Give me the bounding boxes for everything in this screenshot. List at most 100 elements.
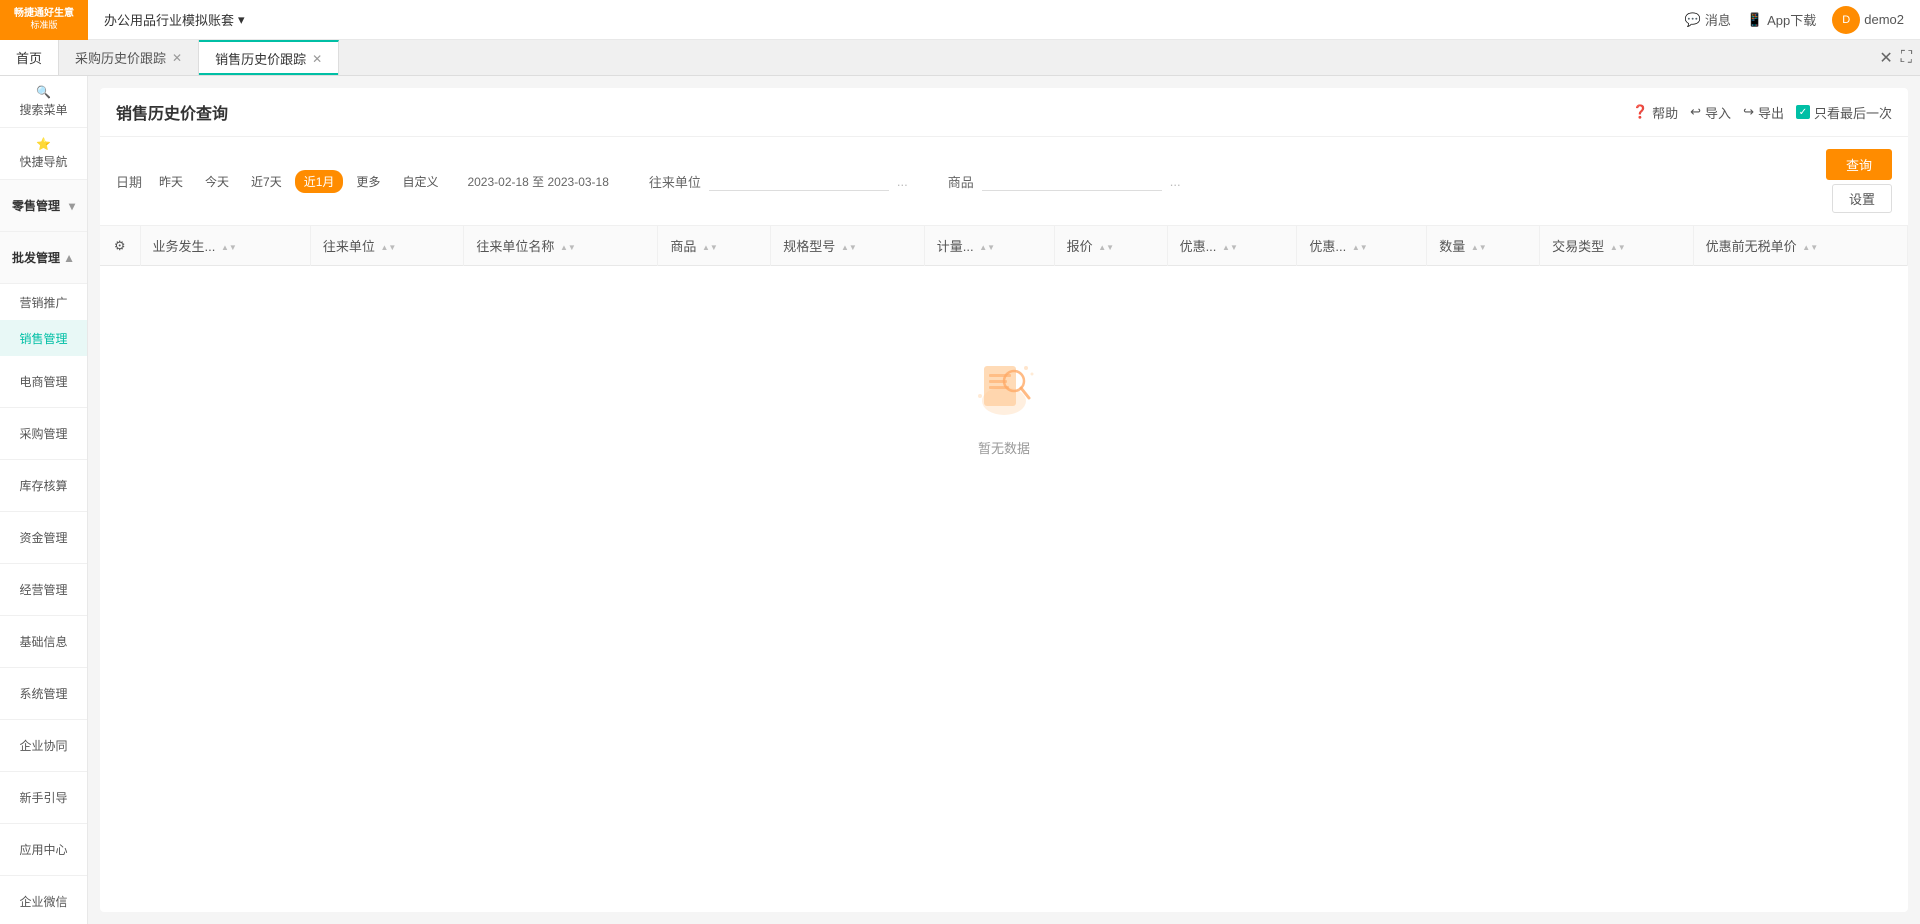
close-all-tabs-icon[interactable]: ✕ (1879, 48, 1892, 68)
sort-arrows-trade-type: ▲▼ (1610, 243, 1626, 252)
export-label: 导出 (1758, 103, 1784, 122)
star-icon: ⭐ (36, 137, 51, 151)
sidebar-item-operations[interactable]: 经营管理 (0, 564, 87, 616)
sidebar-item-marketing[interactable]: 营销推广 (0, 284, 87, 320)
sidebar-item-system[interactable]: 系统管理 (0, 668, 87, 720)
date-buttons: 昨天 今天 近7天 近1月 更多 自定义 (150, 170, 447, 193)
col-spec[interactable]: 规格型号 ▲▼ (771, 226, 924, 266)
col-biz-date[interactable]: 业务发生... ▲▼ (140, 226, 310, 266)
sidebar-item-wechat[interactable]: 企业微信 (0, 876, 87, 924)
sidebar-item-guide[interactable]: 新手引导 (0, 772, 87, 824)
col-discount2[interactable]: 优惠... ▲▼ (1297, 226, 1427, 266)
sidebar-item-enterprise[interactable]: 企业协同 (0, 720, 87, 772)
sidebar-item-sales-mgmt[interactable]: 销售管理 (0, 320, 87, 356)
empty-text: 暂无数据 (978, 438, 1030, 457)
finance-label: 资金管理 (19, 529, 67, 546)
only-last-checkbox[interactable]: ✓ 只看最后一次 (1796, 103, 1892, 122)
close-purchase-tab-icon[interactable]: ✕ (172, 52, 182, 64)
sidebar-item-quick-nav[interactable]: ⭐ 快捷导航 (0, 128, 87, 180)
sidebar-item-basics[interactable]: 基础信息 (0, 616, 87, 668)
sort-arrows-discount2: ▲▼ (1352, 243, 1368, 252)
empty-state: 暂无数据 (100, 266, 1908, 537)
col-discount1-label: 优惠... (1180, 239, 1217, 254)
app-center-label: 应用中心 (19, 841, 67, 858)
search-icon: 🔍 (36, 85, 51, 99)
message-label: 消息 (1705, 10, 1731, 29)
col-counterparty-name-label: 往来单位名称 (476, 239, 554, 254)
col-settings[interactable]: ⚙ (100, 226, 140, 266)
col-unit[interactable]: 计量... ▲▼ (924, 226, 1054, 266)
col-price[interactable]: 报价 ▲▼ (1054, 226, 1167, 266)
product-dots[interactable]: ... (1170, 174, 1181, 189)
guide-label: 新手引导 (19, 789, 67, 806)
fullscreen-icon[interactable]: ⛶ (1901, 49, 1912, 67)
filter-right: 查询 设置 (1826, 149, 1892, 213)
date-btn-7days[interactable]: 近7天 (242, 170, 291, 193)
sidebar-item-finance[interactable]: 资金管理 (0, 512, 87, 564)
counterparty-input[interactable] (709, 171, 889, 191)
tab-bar-actions: ✕ ⛶ (1871, 40, 1920, 75)
col-counterparty-name[interactable]: 往来单位名称 ▲▼ (464, 226, 658, 266)
sidebar-item-search[interactable]: 🔍 搜索菜单 (0, 76, 87, 128)
tab-purchase-history[interactable]: 采购历史价跟踪 ✕ (59, 40, 199, 75)
setting-button[interactable]: 设置 (1832, 184, 1892, 213)
tab-bar: 首页 采购历史价跟踪 ✕ 销售历史价跟踪 ✕ ✕ ⛶ (0, 40, 1920, 76)
page-title: 销售历史价查询 (116, 100, 228, 124)
col-discount1[interactable]: 优惠... ▲▼ (1167, 226, 1297, 266)
logo-sub: 标准版 (14, 20, 74, 31)
system-label: 系统管理 (19, 685, 67, 702)
sidebar-item-purchase[interactable]: 采购管理 (0, 408, 87, 460)
empty-icon (964, 346, 1044, 426)
sidebar-item-inventory[interactable]: 库存核算 (0, 460, 87, 512)
help-icon: ❓ (1632, 104, 1648, 120)
chevron-right-icon: ▾ (69, 199, 75, 213)
close-sales-tab-icon[interactable]: ✕ (312, 53, 322, 65)
download-icon: 📱 (1747, 12, 1763, 28)
col-trade-type[interactable]: 交易类型 ▲▼ (1540, 226, 1693, 266)
col-pretax-price[interactable]: 优惠前无税单价 ▲▼ (1693, 226, 1907, 266)
query-button[interactable]: 查询 (1826, 149, 1892, 180)
sidebar-item-app-center[interactable]: 应用中心 (0, 824, 87, 876)
product-input[interactable] (982, 171, 1162, 191)
header-left: 畅捷通好生意 标准版 办公用品行业模拟账套 ▾ (0, 0, 253, 40)
message-btn[interactable]: 💬 消息 (1685, 10, 1731, 29)
date-btn-today[interactable]: 今天 (196, 170, 238, 193)
tab-home[interactable]: 首页 (0, 40, 59, 75)
data-table: ⚙ 业务发生... ▲▼ 往来单位 ▲▼ 往来单位名称 (100, 226, 1908, 266)
top-header: 畅捷通好生意 标准版 办公用品行业模拟账套 ▾ 💬 消息 📱 App下载 D d… (0, 0, 1920, 40)
counterparty-dots[interactable]: ... (897, 174, 908, 189)
header-right: 💬 消息 📱 App下载 D demo2 (1685, 6, 1904, 34)
sidebar-quick-nav-label: 快捷导航 (19, 153, 67, 170)
sidebar-item-retail[interactable]: 零售管理 ▾ (0, 180, 87, 232)
sort-arrows-biz-date: ▲▼ (221, 243, 237, 252)
date-btn-yesterday[interactable]: 昨天 (150, 170, 192, 193)
date-btn-custom[interactable]: 自定义 (393, 170, 447, 193)
sidebar-search-label: 搜索菜单 (19, 101, 67, 118)
date-range-text: 2023-02-18 至 2023-03-18 (467, 175, 608, 189)
import-icon: ↩ (1690, 104, 1701, 120)
product-label: 商品 (948, 172, 974, 191)
import-btn[interactable]: ↩ 导入 (1690, 103, 1731, 122)
user-area[interactable]: D demo2 (1832, 6, 1904, 34)
logo-text: 畅捷通好生意 (14, 8, 74, 20)
col-product[interactable]: 商品 ▲▼ (658, 226, 771, 266)
tab-sales-history[interactable]: 销售历史价跟踪 ✕ (199, 40, 339, 75)
col-spec-label: 规格型号 (783, 239, 835, 254)
export-btn[interactable]: ↪ 导出 (1743, 103, 1784, 122)
sort-arrows-quantity: ▲▼ (1471, 243, 1487, 252)
sort-arrows-price: ▲▼ (1098, 243, 1114, 252)
app-selector[interactable]: 办公用品行业模拟账套 ▾ (96, 6, 253, 33)
col-counterparty-code[interactable]: 往来单位 ▲▼ (310, 226, 463, 266)
col-biz-date-label: 业务发生... (153, 239, 216, 254)
app-download-btn[interactable]: 📱 App下载 (1747, 10, 1816, 29)
date-btn-1month[interactable]: 近1月 (295, 170, 344, 193)
retail-label: 零售管理 (12, 197, 60, 214)
counterparty-filter-group: 往来单位 ... (649, 171, 908, 191)
help-label: 帮助 (1652, 103, 1678, 122)
date-btn-more[interactable]: 更多 (347, 170, 389, 193)
sidebar: 🔍 搜索菜单 ⭐ 快捷导航 零售管理 ▾ 批发管理 ▲ 营销推广 销售管理 电商… (0, 76, 88, 924)
help-btn[interactable]: ❓ 帮助 (1632, 103, 1678, 122)
sidebar-item-ecommerce[interactable]: 电商管理 (0, 356, 87, 408)
sidebar-item-wholesale[interactable]: 批发管理 ▲ (0, 232, 87, 284)
col-quantity[interactable]: 数量 ▲▼ (1427, 226, 1540, 266)
